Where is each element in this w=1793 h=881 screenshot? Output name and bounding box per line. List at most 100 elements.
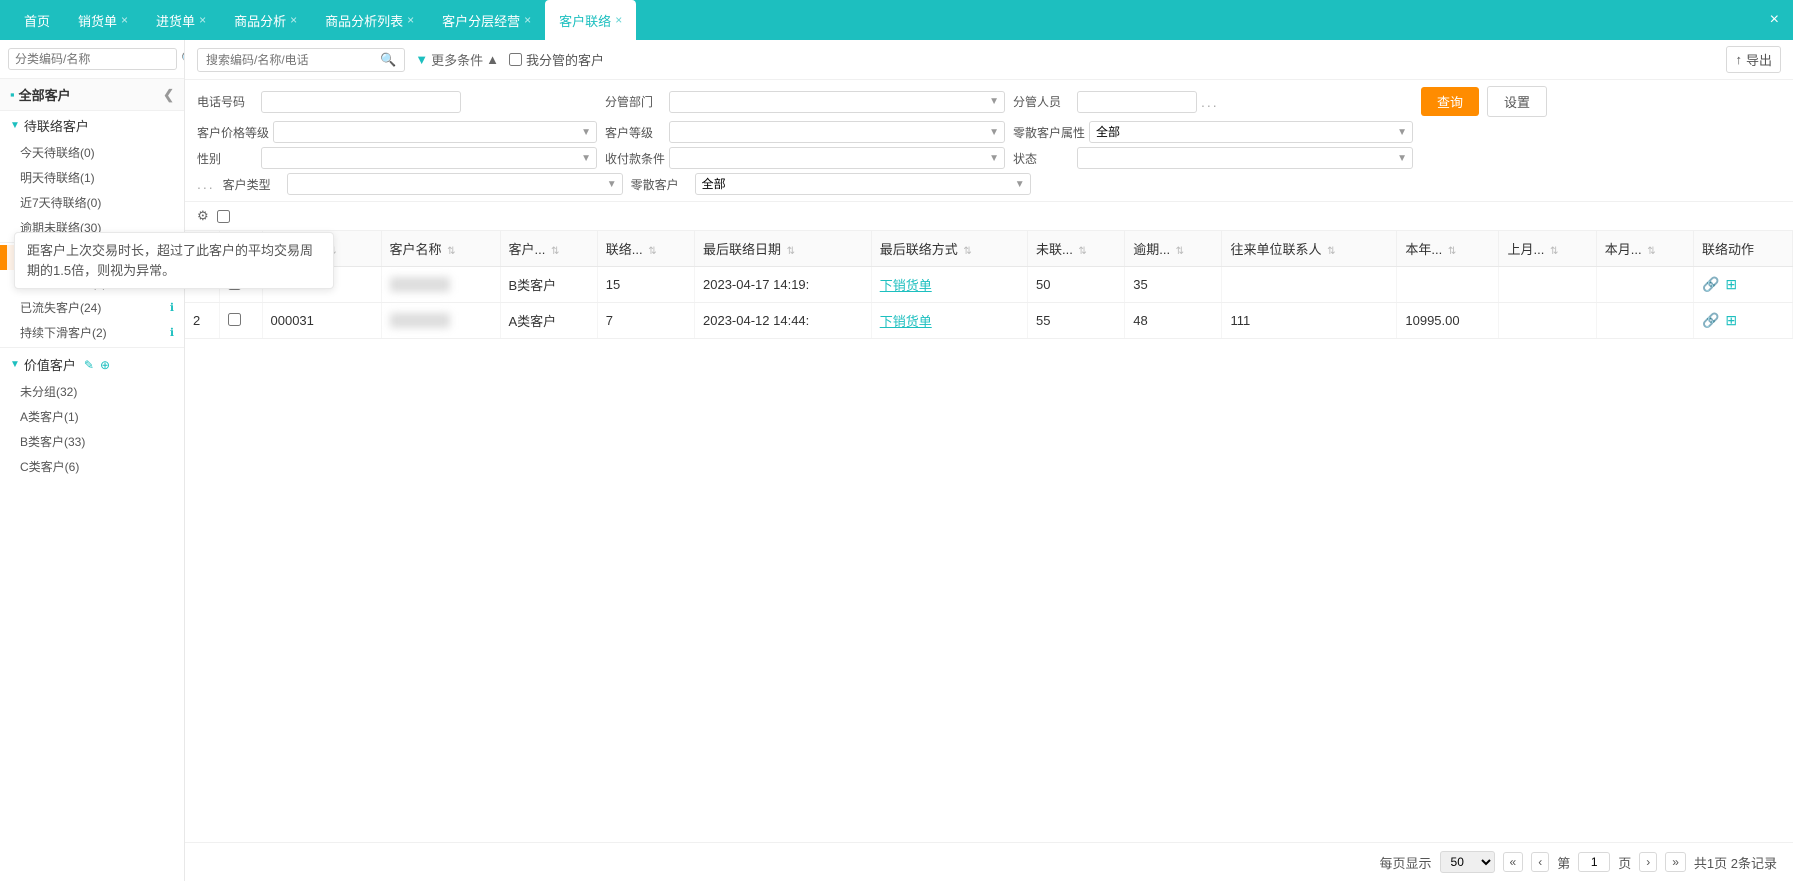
col-last-method[interactable]: 最后联络方式 ⇅ bbox=[871, 231, 1027, 267]
col-this-year[interactable]: 本年... ⇅ bbox=[1397, 231, 1499, 267]
filter-gender-wrapper: ▼ bbox=[261, 147, 597, 169]
sidebar-search-input[interactable] bbox=[8, 48, 177, 70]
col-last-date[interactable]: 最后联络日期 ⇅ bbox=[695, 231, 872, 267]
action-link-icon-0[interactable]: 🔗 bbox=[1702, 276, 1719, 293]
query-button[interactable]: 查询 bbox=[1421, 87, 1479, 116]
sidebar-group-pending[interactable]: ▼ 待联络客户 bbox=[0, 111, 184, 140]
nav-product-list[interactable]: 商品分析列表 × bbox=[311, 0, 428, 40]
contact-method-link[interactable]: 下销货单 bbox=[880, 314, 932, 329]
col-unlink[interactable]: 未联... ⇅ bbox=[1027, 231, 1124, 267]
sort-icon-contact: ⇅ bbox=[648, 246, 656, 257]
cell-last-month bbox=[1499, 267, 1596, 303]
filter-level-select[interactable] bbox=[669, 121, 1005, 143]
sidebar-item-tomorrow[interactable]: 明天待联络(1) bbox=[0, 165, 184, 190]
col-customer-type[interactable]: 客户... ⇅ bbox=[500, 231, 597, 267]
nav-purchase-close[interactable]: × bbox=[199, 13, 206, 27]
filter-price-level: 客户价格等级 ▼ bbox=[197, 121, 597, 143]
nav-customer-layer-close[interactable]: × bbox=[524, 13, 531, 27]
last-page-button[interactable]: » bbox=[1665, 852, 1686, 872]
nav-product-list-close[interactable]: × bbox=[407, 13, 414, 27]
filter-status-select[interactable] bbox=[1077, 147, 1413, 169]
cell-name bbox=[381, 267, 500, 303]
sidebar-collapse-icon[interactable]: ❮ bbox=[163, 87, 174, 103]
col-contact-person[interactable]: 往来单位联系人 ⇅ bbox=[1222, 231, 1397, 267]
col-overdue[interactable]: 逾期... ⇅ bbox=[1125, 231, 1222, 267]
filter-phone: 电话号码 bbox=[197, 91, 597, 113]
prev-page-button[interactable]: ‹ bbox=[1531, 852, 1549, 872]
more-dots-2[interactable]: ... bbox=[197, 176, 215, 192]
action-grid-icon-0[interactable]: ⊞ bbox=[1725, 276, 1737, 293]
sidebar-edit-icon[interactable]: ✎ bbox=[84, 358, 94, 372]
action-grid-icon-1[interactable]: ⊞ bbox=[1725, 312, 1737, 329]
cell-last-date: 2023-04-17 14:19: bbox=[695, 267, 872, 303]
nav-sales-close[interactable]: × bbox=[121, 13, 128, 27]
window-close-button[interactable]: × bbox=[1766, 7, 1783, 33]
sidebar-item-declining[interactable]: 持续下滑客户(2) ℹ bbox=[0, 320, 184, 345]
nav-sales[interactable]: 销货单 × bbox=[64, 0, 142, 40]
select-all-checkbox[interactable] bbox=[217, 210, 230, 223]
filter-retail-customer-select[interactable]: 全部 bbox=[695, 173, 1031, 195]
sidebar-item-c-class[interactable]: C类客户(6) bbox=[0, 454, 184, 479]
advanced-filter: 电话号码 分管部门 ▼ 分管人员 .. bbox=[185, 80, 1793, 202]
col-last-month[interactable]: 上月... ⇅ bbox=[1499, 231, 1596, 267]
all-customers-title[interactable]: ▪ 全部客户 ❮ bbox=[0, 79, 184, 111]
filter-retail-attr-wrapper: 全部 ▼ bbox=[1089, 121, 1413, 143]
table-row: 1 000039 B类客户 15 2023-04-17 14:19: 下销货单 … bbox=[185, 267, 1793, 303]
sidebar-item-7days[interactable]: 近7天待联络(0) bbox=[0, 190, 184, 215]
cell-overdue: 35 bbox=[1125, 267, 1222, 303]
col-this-month[interactable]: 本月... ⇅ bbox=[1596, 231, 1693, 267]
filter-gender-select[interactable] bbox=[261, 147, 597, 169]
filter-person-input[interactable] bbox=[1077, 91, 1197, 113]
nav-purchase[interactable]: 进货单 × bbox=[142, 0, 220, 40]
col-contact[interactable]: 联络... ⇅ bbox=[597, 231, 694, 267]
page-input[interactable] bbox=[1578, 852, 1610, 872]
sidebar-item-ungroup[interactable]: 未分组(32) bbox=[0, 379, 184, 404]
sidebar-item-a-class[interactable]: A类客户(1) bbox=[0, 404, 184, 429]
filter-gender: 性别 ▼ bbox=[197, 147, 597, 169]
col-name[interactable]: 客户名称 ⇅ bbox=[381, 231, 500, 267]
page-size-select[interactable]: 50 100 200 bbox=[1440, 851, 1495, 873]
table-body: 1 000039 B类客户 15 2023-04-17 14:19: 下销货单 … bbox=[185, 267, 1793, 339]
nav-product-analysis[interactable]: 商品分析 × bbox=[220, 0, 311, 40]
filter-level-wrapper: ▼ bbox=[669, 121, 1005, 143]
more-dots-icon[interactable]: ... bbox=[1201, 94, 1219, 110]
nav-customer-layer[interactable]: 客户分层经营 × bbox=[428, 0, 545, 40]
cell-overdue: 48 bbox=[1125, 303, 1222, 339]
action-link-icon-1[interactable]: 🔗 bbox=[1702, 312, 1719, 329]
nav-customer-contact[interactable]: 客户联络 × bbox=[545, 0, 636, 40]
settings-button[interactable]: 设置 bbox=[1487, 86, 1547, 117]
table-settings-icon[interactable]: ⚙ bbox=[197, 208, 209, 224]
filter-customer-type-wrapper: ▼ bbox=[287, 173, 623, 195]
contact-method-link[interactable]: 下销货单 bbox=[880, 278, 932, 293]
filter-retail-attr-select[interactable]: 全部 bbox=[1089, 121, 1413, 143]
filter-retail-customer: 零散客户 全部 ▼ bbox=[631, 173, 1031, 195]
sidebar-item-b-class[interactable]: B类客户(33) bbox=[0, 429, 184, 454]
sidebar-item-today[interactable]: 今天待联络(0) bbox=[0, 140, 184, 165]
nav-customer-contact-close[interactable]: × bbox=[615, 13, 622, 27]
first-page-button[interactable]: « bbox=[1503, 852, 1524, 872]
filter-row-2: 客户价格等级 ▼ 客户等级 ▼ bbox=[197, 121, 1781, 143]
filter-department-select[interactable] bbox=[669, 91, 1005, 113]
next-page-button[interactable]: › bbox=[1639, 852, 1657, 872]
filter-price-level-select[interactable] bbox=[273, 121, 597, 143]
filter-search-input[interactable] bbox=[206, 53, 376, 67]
top-nav: 首页 销货单 × 进货单 × 商品分析 × 商品分析列表 × 客户分层经营 × … bbox=[0, 0, 1793, 40]
export-button[interactable]: ↑ 导出 bbox=[1726, 46, 1781, 73]
nav-product-analysis-close[interactable]: × bbox=[290, 13, 297, 27]
my-customers-check[interactable] bbox=[509, 53, 522, 66]
filter-retail-customer-wrapper: 全部 ▼ bbox=[695, 173, 1031, 195]
cell-this-month bbox=[1596, 267, 1693, 303]
filter-payment-select[interactable] bbox=[669, 147, 1005, 169]
sidebar-item-lost[interactable]: 已流失客户(24) ℹ bbox=[0, 295, 184, 320]
my-customers-checkbox[interactable]: 我分管的客户 bbox=[509, 50, 604, 69]
row-checkbox-1[interactable] bbox=[228, 313, 241, 326]
filter-more-conditions[interactable]: ▼ 更多条件 ▲ bbox=[415, 50, 499, 69]
sidebar-group-value[interactable]: ▼ 价值客户 ✎ ⊕ bbox=[0, 350, 184, 379]
filter-phone-input[interactable] bbox=[261, 91, 461, 113]
nav-home[interactable]: 首页 bbox=[10, 0, 64, 40]
main-layout: 🔍 ▪ 全部客户 ❮ ▼ 待联络客户 今天待联络(0) 明天待联络(1) 近7天… bbox=[0, 40, 1793, 881]
filter-search-icon[interactable]: 🔍 bbox=[380, 52, 396, 68]
filter-customer-type-select[interactable] bbox=[287, 173, 623, 195]
cell-this-year: 10995.00 bbox=[1397, 303, 1499, 339]
sidebar-add-icon[interactable]: ⊕ bbox=[100, 358, 110, 372]
